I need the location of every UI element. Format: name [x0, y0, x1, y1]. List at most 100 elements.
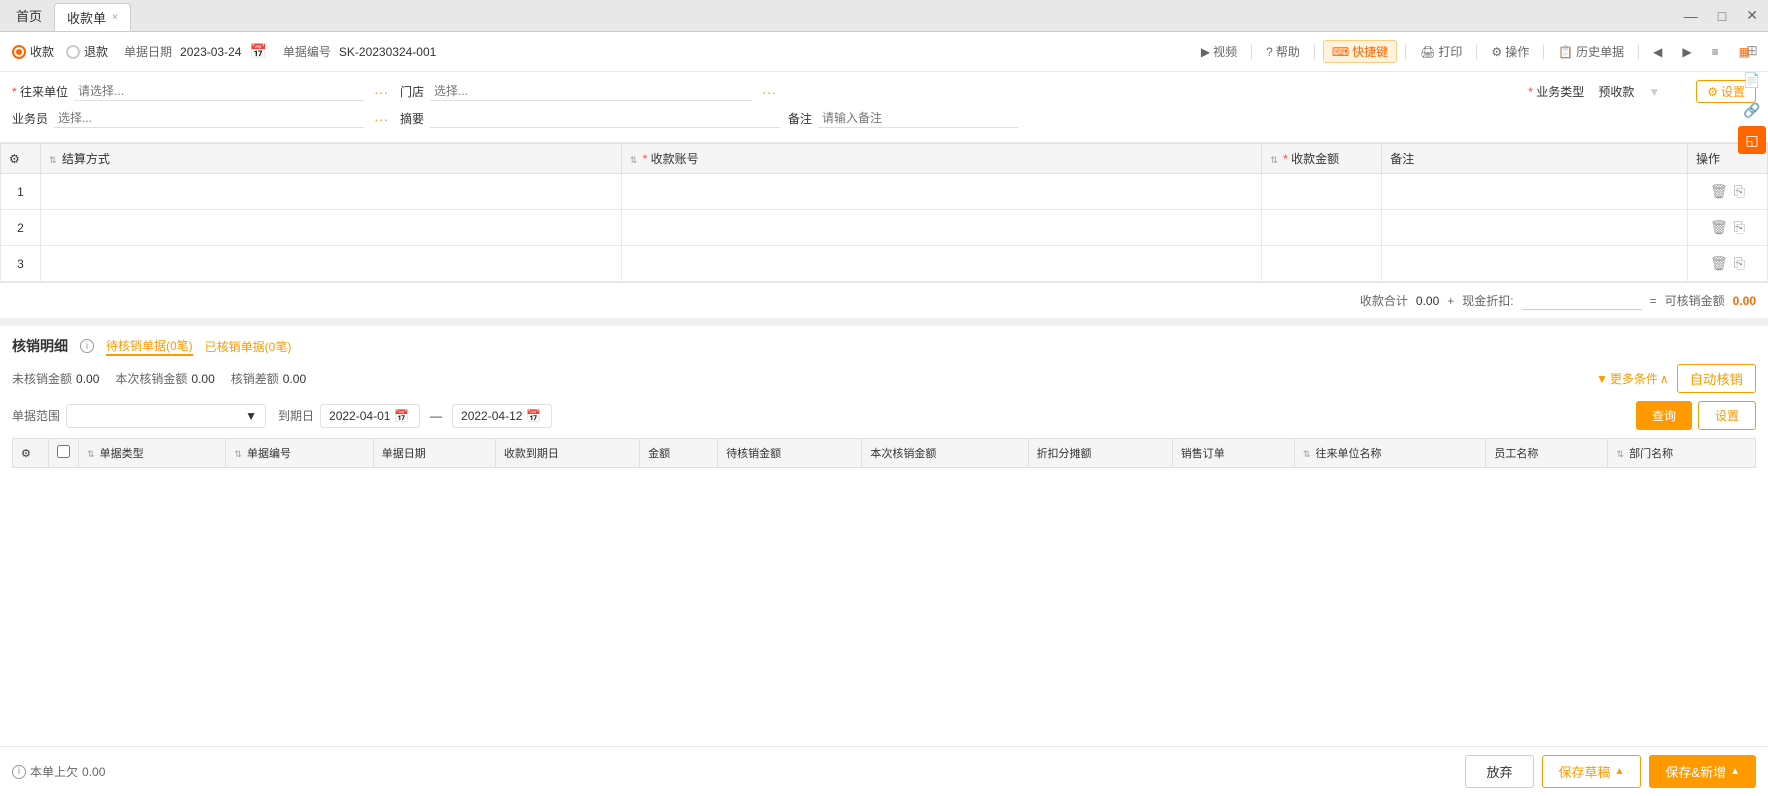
sub-th-current: 本次核销金额	[862, 439, 1028, 468]
sub-table-settings-icon[interactable]: ⚙	[21, 448, 31, 460]
delete-icon-1[interactable]: 🗑	[1710, 183, 1728, 200]
radio-receive[interactable]: 收款	[12, 43, 54, 60]
row-account-1[interactable]	[621, 174, 1262, 210]
partner-input[interactable]	[74, 82, 364, 101]
chevron-up-icon: ∧	[1660, 372, 1669, 386]
range-select[interactable]: ▼	[66, 404, 266, 428]
diff-stat: 核销差额 0.00	[231, 370, 306, 387]
minimize-button[interactable]: —	[1678, 6, 1704, 26]
remark-input[interactable]	[818, 109, 1018, 128]
row-remark-3[interactable]	[1382, 246, 1688, 282]
sub-table: ⚙ ⇅ 单据类型 ⇅ 单据编号	[12, 438, 1756, 468]
video-button[interactable]: ▶ 视频	[1195, 41, 1243, 62]
delete-icon-2[interactable]: 🗑	[1710, 219, 1728, 236]
tab-current[interactable]: 收款单 ×	[54, 3, 131, 31]
row-settlement-3[interactable]	[41, 246, 622, 282]
staff-field: 业务员 ···	[12, 109, 392, 128]
row-amount-2[interactable]	[1262, 210, 1382, 246]
sidebar-layout-icon[interactable]: ◱	[1738, 126, 1766, 154]
tab-home[interactable]: 首页	[4, 2, 54, 30]
sidebar-table-icon[interactable]: ⊞	[1738, 36, 1766, 64]
next-button[interactable]: ▶	[1676, 43, 1697, 61]
divider-6	[1638, 44, 1639, 60]
tab-close-icon[interactable]: ×	[112, 12, 118, 23]
main-table: ⚙ ⇅ 结算方式 ⇅ * 收款账号 ⇅ * 收款金额	[0, 143, 1768, 282]
due-date-start[interactable]: 2022-04-01 📅	[320, 404, 420, 428]
auto-verify-button[interactable]: 自动核销	[1677, 364, 1756, 393]
sub-th-discount: 折扣分摊额	[1028, 439, 1172, 468]
close-button[interactable]: ✕	[1740, 5, 1764, 26]
sub-th-settings[interactable]: ⚙	[13, 439, 49, 468]
row-amount-3[interactable]	[1262, 246, 1382, 282]
restore-button[interactable]: □	[1712, 6, 1732, 26]
copy-icon-1[interactable]: ⎘	[1734, 183, 1745, 200]
th-settings[interactable]: ⚙	[1, 144, 41, 174]
sub-th-order-label: 销售订单	[1181, 448, 1225, 460]
staff-input[interactable]	[54, 109, 364, 128]
row-actions-2: 🗑 ⎘	[1696, 219, 1759, 236]
row-amount-1[interactable]	[1262, 174, 1382, 210]
help-icon: ?	[1266, 45, 1273, 59]
discount-input[interactable]	[1522, 291, 1642, 310]
row-settlement-1[interactable]	[41, 174, 622, 210]
sidebar-document-icon[interactable]: 📄	[1738, 66, 1766, 94]
due-date-start-value: 2022-04-01	[329, 409, 390, 423]
shortcut-button[interactable]: ⌨ 快捷键	[1323, 40, 1397, 63]
row-account-3[interactable]	[621, 246, 1262, 282]
more-filter-btn[interactable]: ▼ 更多条件 ∧	[1596, 370, 1669, 387]
verify-settings-button[interactable]: 设置	[1698, 401, 1756, 430]
delete-icon-3[interactable]: 🗑	[1710, 255, 1728, 272]
help-button[interactable]: ? 帮助	[1260, 41, 1306, 62]
copy-icon-2[interactable]: ⎘	[1734, 219, 1745, 236]
abandon-button[interactable]: 放弃	[1465, 755, 1533, 788]
radio-refund-label: 退款	[84, 43, 108, 60]
copy-icon-3[interactable]: ⎘	[1734, 255, 1745, 272]
row-num-3: 3	[1, 246, 41, 282]
sub-th-order: 销售订单	[1172, 439, 1294, 468]
sub-th-type-label: 单据类型	[100, 448, 144, 460]
partner-more-btn[interactable]: ···	[370, 84, 392, 100]
shop-more-btn[interactable]: ···	[758, 84, 780, 100]
history-label: 历史单据	[1576, 43, 1624, 60]
range-field: 单据范围 ▼	[12, 404, 266, 428]
number-label: 单据编号	[283, 43, 331, 60]
history-button[interactable]: 📋 历史单据	[1552, 41, 1630, 62]
staff-more-btn[interactable]: ···	[370, 111, 392, 127]
calendar-icon[interactable]: 📅	[249, 43, 266, 60]
prev-button[interactable]: ◀	[1647, 43, 1668, 61]
query-button[interactable]: 查询	[1636, 401, 1692, 430]
sub-th-checkbox[interactable]	[49, 439, 79, 468]
due-date-end[interactable]: 2022-04-12 📅	[452, 404, 552, 428]
table-row: 2 🗑 ⎘	[1, 210, 1768, 246]
per-info-icon[interactable]: i	[12, 765, 26, 779]
shop-input[interactable]	[430, 82, 752, 101]
radio-refund[interactable]: 退款	[66, 43, 108, 60]
row-remark-2[interactable]	[1382, 210, 1688, 246]
sub-th-due: 收款到期日	[495, 439, 639, 468]
print-button[interactable]: 🖨 打印	[1414, 41, 1468, 62]
save-draft-button[interactable]: 保存草稿 ▲	[1542, 755, 1642, 788]
done-tab[interactable]: 已核销单据(0笔)	[205, 338, 292, 355]
table-settings-icon[interactable]: ⚙	[9, 152, 20, 166]
sub-th-number: ⇅ 单据编号	[226, 439, 373, 468]
save-new-arrow: ▲	[1730, 766, 1740, 777]
row-account-2[interactable]	[621, 210, 1262, 246]
select-all-checkbox[interactable]	[57, 445, 70, 458]
biz-type-dropdown[interactable]: ▼	[1648, 85, 1660, 99]
operation-button[interactable]: ⚙ 操作	[1485, 41, 1535, 62]
cal-icon-end: 📅	[526, 409, 541, 423]
row-remark-1[interactable]	[1382, 174, 1688, 210]
sub-th-type: ⇅ 单据类型	[79, 439, 226, 468]
row-settlement-2[interactable]	[41, 210, 622, 246]
th-remark-label: 备注	[1390, 152, 1414, 166]
row-actions-3: 🗑 ⎘	[1696, 255, 1759, 272]
verify-info-icon[interactable]: i	[80, 339, 94, 353]
list-view-button[interactable]: ≡	[1706, 43, 1725, 61]
save-new-button[interactable]: 保存&新增 ▲	[1649, 755, 1756, 788]
verify-filter-right: ▼ 更多条件 ∧ 自动核销	[1596, 364, 1756, 393]
summary-input[interactable]	[430, 109, 780, 128]
sidebar-link-icon[interactable]: 🔗	[1738, 96, 1766, 124]
sub-th-number-label: 单据编号	[247, 448, 291, 460]
pending-tab[interactable]: 待核销单据(0笔)	[106, 337, 193, 356]
bottom-bar: i 本单上欠 0.00 放弃 保存草稿 ▲ 保存&新增 ▲	[0, 746, 1768, 796]
